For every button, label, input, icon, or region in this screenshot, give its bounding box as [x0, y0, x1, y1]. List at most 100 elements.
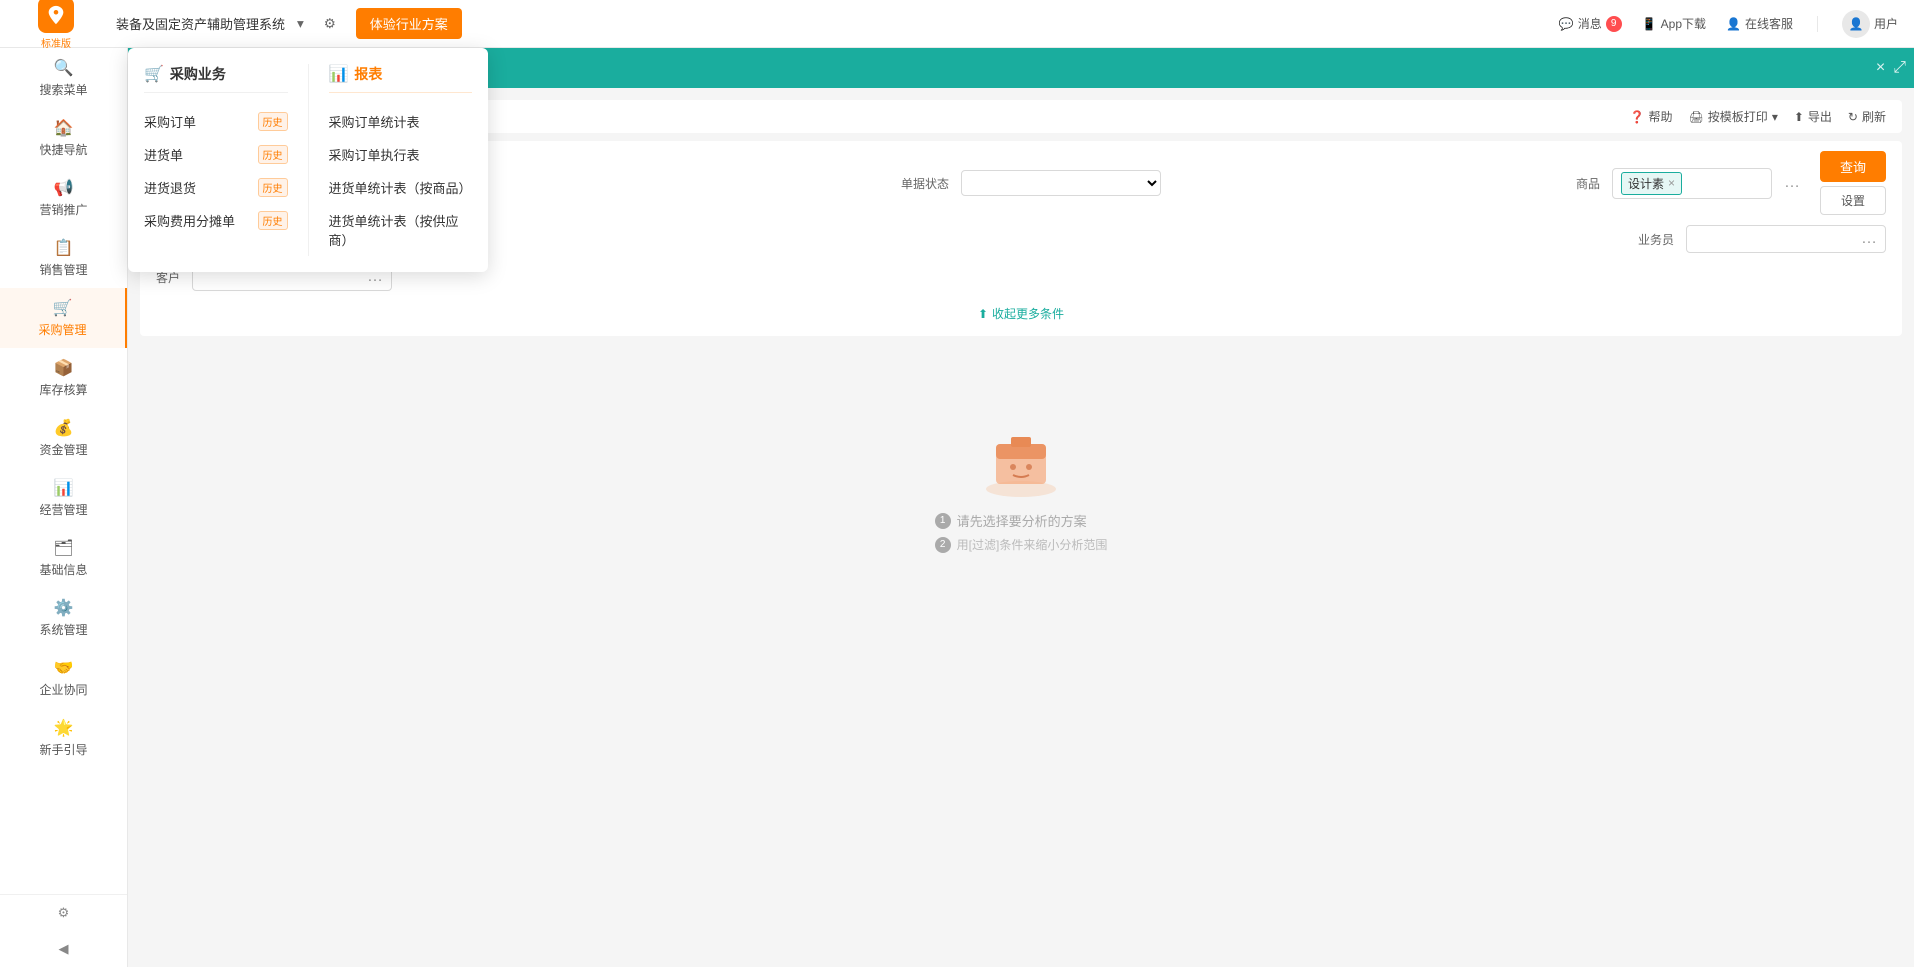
empty-illustration [971, 419, 1071, 499]
collapse-row: ⬆ 收起更多条件 [156, 301, 1886, 326]
enterprise-icon: 🤝 [54, 658, 74, 678]
menu-divider [308, 64, 309, 256]
sidebar-item-basic-info[interactable]: 🗂 基础信息 [0, 528, 127, 588]
hist-badge-0: 历史 [258, 112, 288, 131]
menu-item-report-0[interactable]: 采购订单统计表 [329, 105, 473, 138]
dropdown-menu-inner: 🛒 采购业务 采购订单 历史 进货单 历史 进货退货 历史 采购费用分摊单 [144, 64, 472, 256]
tip2-icon: 2 [935, 537, 951, 553]
menu-item-incoming[interactable]: 进货单 历史 [144, 138, 288, 171]
purchase-col-icon: 🛒 [144, 64, 164, 84]
online-service-btn[interactable]: 👤 在线客服 [1726, 15, 1793, 32]
menu-item-expense[interactable]: 采购费用分摊单 历史 [144, 204, 288, 237]
goods-tag: 设计素 × [1621, 172, 1682, 195]
status-label: 单据状态 [901, 175, 949, 192]
system-title: 装备及固定资产辅助管理系统 [116, 14, 285, 33]
print-icon: 🖨 [1689, 110, 1704, 124]
goods-tag-close[interactable]: × [1668, 176, 1675, 190]
sidebar-item-quick-nav[interactable]: 🏠 快捷导航 [0, 108, 127, 168]
sidebar-item-enterprise-label: 企业协同 [39, 681, 87, 698]
refresh-btn[interactable]: ↻ 刷新 [1848, 108, 1886, 125]
sidebar-item-system[interactable]: ⚙️ 系统管理 [0, 588, 127, 648]
sidebar-item-guide[interactable]: 🌟 新手引导 [0, 708, 127, 768]
salesman-more-btn[interactable]: … [1861, 230, 1877, 248]
collapse-icon: ⬆ [978, 307, 988, 321]
sidebar: 🔍 搜索菜单 🏠 快捷导航 📢 营销推广 📋 销售管理 🛒 采购管理 📦 [0, 48, 128, 967]
sidebar-item-inventory[interactable]: 📦 库存核算 [0, 348, 127, 408]
operations-icon: 📊 [54, 478, 74, 498]
salesman-label: 业务员 [1638, 231, 1674, 248]
message-btn[interactable]: 💬 消息 9 [1559, 15, 1622, 32]
logo-text: 标准版 [41, 35, 71, 50]
hist-badge-2: 历史 [258, 178, 288, 197]
sidebar-item-guide-label: 新手引导 [39, 741, 87, 758]
export-icon: ⬆ [1794, 110, 1804, 124]
sidebar-item-finance[interactable]: 💰 资金管理 [0, 408, 127, 468]
tip1-icon: 1 [935, 513, 951, 529]
app-download-btn[interactable]: 📱 App下载 [1642, 15, 1706, 32]
system-dropdown-btn[interactable]: ▾ [297, 16, 304, 32]
hist-badge-1: 历史 [258, 145, 288, 164]
sidebar-item-marketing[interactable]: 📢 营销推广 [0, 168, 127, 228]
phone-icon: 📱 [1642, 17, 1657, 31]
status-select[interactable] [961, 170, 1161, 196]
message-badge: 9 [1606, 16, 1622, 32]
top-bar: 标准版 装备及固定资产辅助管理系统 ▾ ⚙ 体验行业方案 💬 消息 9 📱 Ap… [0, 0, 1914, 48]
guide-icon: 🌟 [54, 718, 74, 738]
basic-info-icon: 🗂 [53, 538, 73, 558]
industry-btn[interactable]: 体验行业方案 [356, 8, 462, 39]
help-icon: ❓ [1630, 110, 1645, 124]
purchase-dropdown-menu: 🛒 采购业务 采购订单 历史 进货单 历史 进货退货 历史 采购费用分摊单 [128, 48, 488, 272]
print-btn[interactable]: 🖨 按模板打印 ▾ [1689, 108, 1778, 125]
menu-item-report-1[interactable]: 采购订单执行表 [329, 138, 473, 171]
goods-more-btn[interactable]: … [1784, 174, 1800, 192]
message-icon: 💬 [1559, 17, 1574, 31]
purchase-icon: 🛒 [53, 298, 73, 318]
sidebar-item-search[interactable]: 🔍 搜索菜单 [0, 48, 127, 108]
app-download-label: App下载 [1661, 15, 1706, 32]
tab-expand-btn[interactable]: ⤢ [1893, 59, 1906, 77]
logo-area: 标准版 [16, 0, 96, 50]
tab-close-all-btn[interactable]: × [1876, 59, 1885, 77]
menu-item-return[interactable]: 进货退货 历史 [144, 171, 288, 204]
sidebar-item-enterprise[interactable]: 🤝 企业协同 [0, 648, 127, 708]
report-column: 📊 报表 采购订单统计表 采购订单执行表 进货单统计表（按商品） 进货单统计表（… [329, 64, 473, 256]
refresh-icon: ↻ [1848, 110, 1858, 124]
collapse-btn[interactable]: ⬆ 收起更多条件 [970, 301, 1072, 326]
empty-tip2: 用[过滤]条件来缩小分析范围 [957, 536, 1108, 553]
goods-label: 商品 [1576, 175, 1600, 192]
report-column-header: 📊 报表 [329, 64, 473, 93]
sidebar-item-sales-label: 销售管理 [39, 261, 87, 278]
finance-icon: 💰 [54, 418, 74, 438]
sidebar-item-system-label: 系统管理 [39, 621, 87, 638]
purchase-business-column: 🛒 采购业务 采购订单 历史 进货单 历史 进货退货 历史 采购费用分摊单 [144, 64, 288, 256]
sidebar-item-quick-nav-label: 快捷导航 [39, 141, 87, 158]
sidebar-item-finance-label: 资金管理 [39, 441, 87, 458]
sidebar-collapse-btn[interactable]: ◀ [0, 931, 127, 967]
report-col-icon: 📊 [329, 64, 349, 84]
sidebar-item-purchase[interactable]: 🛒 采购管理 [0, 288, 127, 348]
print-dropdown-icon: ▾ [1772, 110, 1778, 124]
online-service-label: 在线客服 [1745, 15, 1793, 32]
sidebar-settings-btn[interactable]: ⚙ [0, 895, 127, 931]
sidebar-item-basic-info-label: 基础信息 [39, 561, 87, 578]
query-btn[interactable]: 查询 [1820, 151, 1886, 182]
export-btn[interactable]: ⬆ 导出 [1794, 108, 1832, 125]
home-icon: 🏠 [54, 118, 74, 138]
sidebar-item-operations[interactable]: 📊 经营管理 [0, 468, 127, 528]
empty-tip1: 请先选择要分析的方案 [957, 511, 1087, 530]
menu-item-report-2[interactable]: 进货单统计表（按商品） [329, 171, 473, 204]
settings-small-btn[interactable]: 设置 [1820, 186, 1886, 215]
logo-icon [38, 0, 74, 33]
user-btn[interactable]: 👤 用户 [1842, 10, 1898, 38]
search-icon: 🔍 [54, 58, 74, 78]
sidebar-item-sales[interactable]: 📋 销售管理 [0, 228, 127, 288]
menu-item-report-3[interactable]: 进货单统计表（按供应商） [329, 204, 473, 256]
menu-item-purchase-order[interactable]: 采购订单 历史 [144, 105, 288, 138]
system-settings-btn[interactable]: ⚙ [316, 10, 344, 38]
user-label: 用户 [1874, 15, 1898, 32]
sidebar-item-inventory-label: 库存核算 [39, 381, 87, 398]
sidebar-item-search-label: 搜索菜单 [39, 81, 87, 98]
help-btn[interactable]: ❓ 帮助 [1630, 108, 1673, 125]
system-icon: ⚙️ [54, 598, 74, 618]
purchase-column-header: 🛒 采购业务 [144, 64, 288, 93]
